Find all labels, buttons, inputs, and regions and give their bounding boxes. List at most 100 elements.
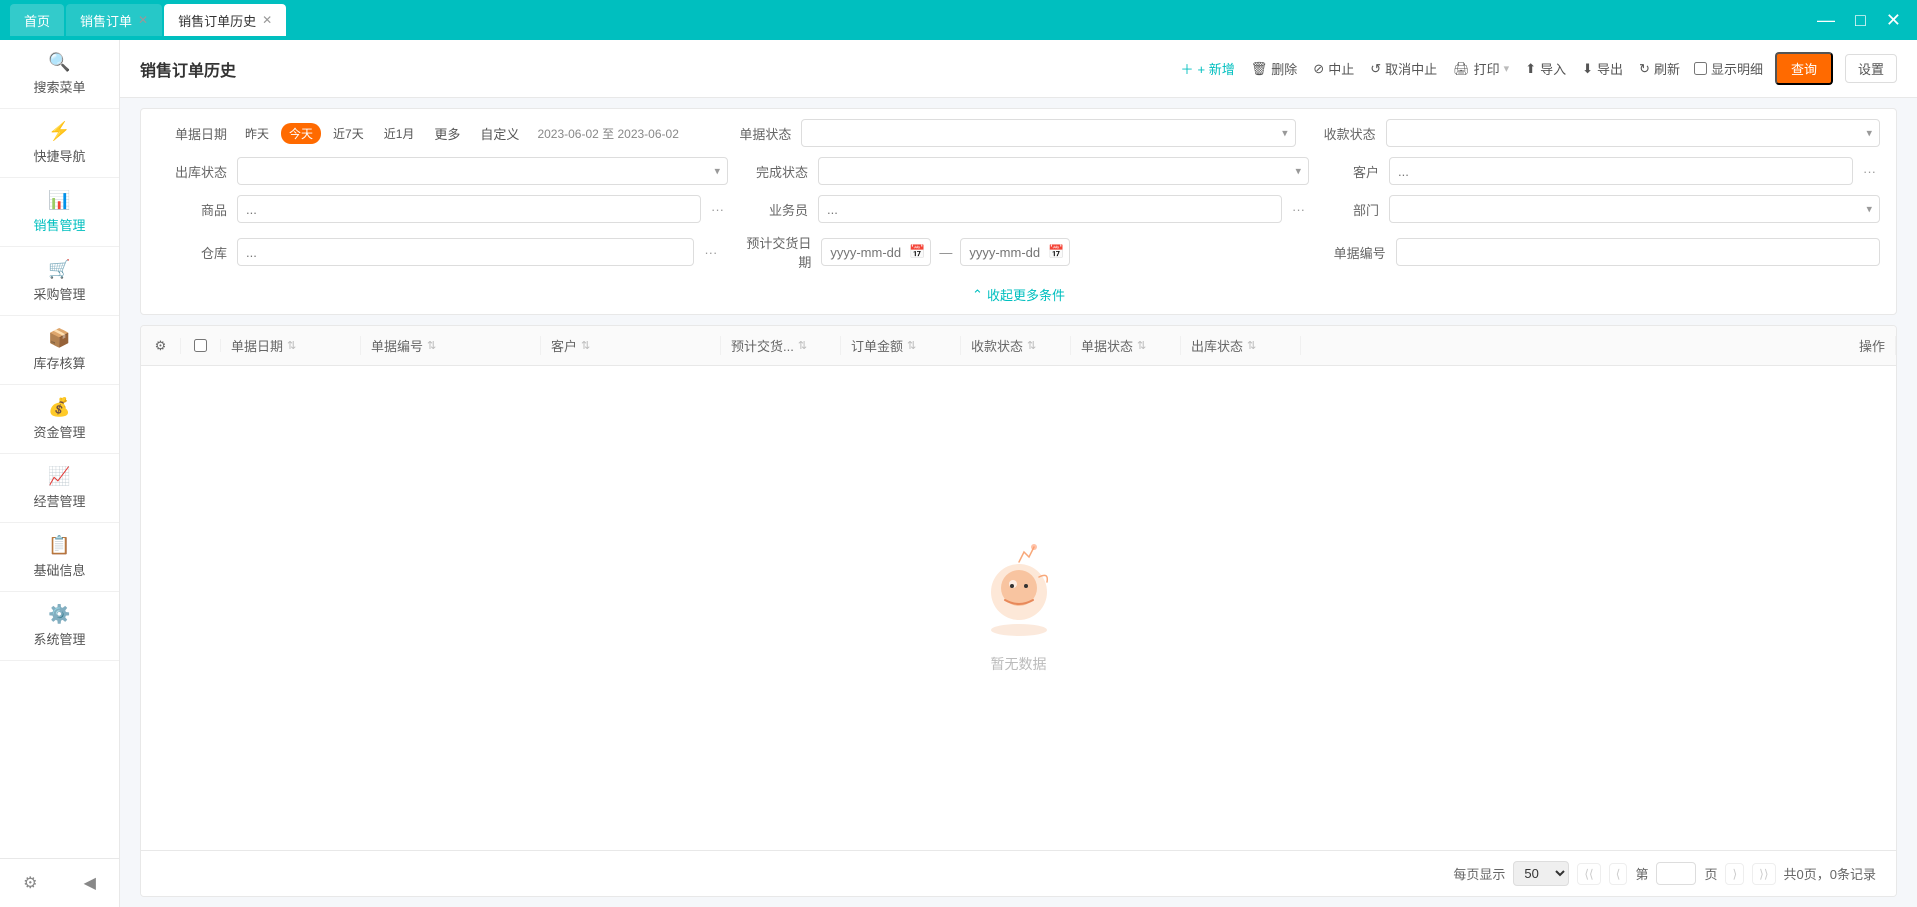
goods-dots-icon[interactable]: ··· xyxy=(707,202,728,217)
sidebar-item-finance[interactable]: 💰 资金管理 xyxy=(0,385,119,454)
th-check[interactable] xyxy=(181,339,221,352)
page-label: 第 xyxy=(1635,864,1648,883)
collapse-up-icon: ⌃ xyxy=(972,287,983,303)
print-button[interactable]: 🖨 打印 ▾ xyxy=(1451,55,1511,82)
date-tag-today[interactable]: 今天 xyxy=(281,123,321,144)
payment-status-select[interactable] xyxy=(1386,119,1880,147)
delete-button[interactable]: 🗑 删除 xyxy=(1249,55,1300,82)
collapse-row[interactable]: ⌃ 收起更多条件 xyxy=(157,281,1880,304)
page-size-label: 每页显示 xyxy=(1453,864,1505,883)
sidebar-item-search-menu[interactable]: 🔍 搜索菜单 xyxy=(0,40,119,109)
th-num-label: 单据编号 xyxy=(371,336,423,355)
date-tag-more[interactable]: 更多 xyxy=(426,122,468,145)
filter-row-4: 仓库 ··· 预计交货日期 📅 — 📅 单 xyxy=(157,233,1880,271)
page-unit: 页 xyxy=(1704,864,1717,883)
cancel-stop-button[interactable]: ↺ 取消中止 xyxy=(1368,55,1439,82)
tab-sales-order-history-close[interactable]: ✕ xyxy=(262,13,272,27)
select-all-checkbox[interactable] xyxy=(194,339,207,352)
sidebar-item-inventory-label: 库存核算 xyxy=(33,353,85,372)
window-maximize-icon[interactable]: □ xyxy=(1849,10,1872,31)
window-minimize-icon[interactable]: — xyxy=(1811,10,1841,31)
warehouse-input[interactable] xyxy=(237,238,694,266)
window-close-icon[interactable]: ✕ xyxy=(1880,10,1907,31)
th-expect[interactable]: 预计交货... ⇅ xyxy=(721,336,841,355)
tab-sales-order[interactable]: 销售订单 ✕ xyxy=(66,4,162,36)
salesperson-input[interactable] xyxy=(818,195,1282,223)
content-area: 销售订单历史 ＋ + 新增 🗑 删除 ⊘ 中止 ↺ 取消中止 xyxy=(120,40,1917,907)
date-tag-1month[interactable]: 近1月 xyxy=(376,123,423,144)
bill-status-select[interactable] xyxy=(801,119,1295,147)
stock-out-select[interactable] xyxy=(237,157,728,185)
date-tag-custom[interactable]: 自定义 xyxy=(472,122,527,145)
th-num[interactable]: 单据编号 ⇅ xyxy=(361,336,541,355)
complete-select-wrap: ▾ xyxy=(818,157,1309,185)
new-button[interactable]: ＋ + 新增 xyxy=(1179,55,1237,82)
display-detail-checkbox[interactable]: 显示明细 xyxy=(1694,59,1763,78)
th-stock-status[interactable]: 出库状态 ⇅ xyxy=(1181,336,1301,355)
first-page-button[interactable]: ⟨⟨ xyxy=(1577,863,1600,885)
toolbar: ＋ + 新增 🗑 删除 ⊘ 中止 ↺ 取消中止 🖨 打印 xyxy=(1179,52,1897,85)
th-amount[interactable]: 订单金额 ⇅ xyxy=(841,336,961,355)
tab-sales-order-history[interactable]: 销售订单历史 ✕ xyxy=(164,4,286,36)
customer-sort-icon: ⇅ xyxy=(581,339,590,352)
tab-home[interactable]: 首页 xyxy=(10,4,64,36)
sidebar-item-basic-info[interactable]: 📋 基础信息 xyxy=(0,523,119,592)
prev-page-button[interactable]: ⟨ xyxy=(1609,863,1628,885)
customer-input[interactable] xyxy=(1389,157,1853,185)
date-tag-yesterday[interactable]: 昨天 xyxy=(237,123,277,144)
search-menu-icon: 🔍 xyxy=(48,52,70,73)
th-action: 操作 xyxy=(1301,336,1896,355)
next-page-button[interactable]: ⟩ xyxy=(1725,863,1744,885)
cancel-stop-icon: ↺ xyxy=(1370,61,1381,77)
tab-sales-order-close[interactable]: ✕ xyxy=(138,13,148,27)
date-range-display: 2023-06-02 至 2023-06-02 xyxy=(537,125,678,142)
sidebar-item-finance-label: 资金管理 xyxy=(33,422,85,441)
sidebar-item-inventory[interactable]: 📦 库存核算 xyxy=(0,316,119,385)
import-button[interactable]: ⬆ 导入 xyxy=(1523,55,1568,82)
th-stock-status-label: 出库状态 xyxy=(1191,336,1243,355)
date-tag-7days[interactable]: 近7天 xyxy=(325,123,372,144)
goods-control: ··· xyxy=(237,195,728,223)
th-bill-status-label: 单据状态 xyxy=(1081,336,1133,355)
display-detail-input[interactable] xyxy=(1694,62,1707,75)
sidebar-item-quick-nav[interactable]: ⚡ 快捷导航 xyxy=(0,109,119,178)
sidebar-item-purchase-mgmt[interactable]: 🛒 采购管理 xyxy=(0,247,119,316)
refresh-button[interactable]: ↻ 刷新 xyxy=(1637,55,1682,82)
sidebar-collapse-icon[interactable]: ◀ xyxy=(80,869,100,897)
sales-mgmt-icon: 📊 xyxy=(48,190,70,211)
goods-label: 商品 xyxy=(157,200,237,219)
basic-info-icon: 📋 xyxy=(48,535,70,556)
sidebar-item-sales-mgmt[interactable]: 📊 销售管理 xyxy=(0,178,119,247)
th-settings[interactable]: ⚙ xyxy=(141,338,181,354)
stop-button[interactable]: ⊘ 中止 xyxy=(1311,55,1356,82)
warehouse-dots-icon[interactable]: ··· xyxy=(700,245,721,260)
th-pay-status[interactable]: 收款状态 ⇅ xyxy=(961,336,1071,355)
operation-icon: 📈 xyxy=(48,466,70,487)
main-layout: 🔍 搜索菜单 ⚡ 快捷导航 📊 销售管理 🛒 采购管理 📦 库存核算 💰 资金管… xyxy=(0,40,1917,907)
complete-select[interactable] xyxy=(818,157,1309,185)
page-size-select[interactable]: 10 20 50 100 xyxy=(1513,861,1569,886)
goods-input[interactable] xyxy=(237,195,701,223)
sidebar-item-operation[interactable]: 📈 经营管理 xyxy=(0,454,119,523)
customer-control: ··· xyxy=(1389,157,1880,185)
th-amount-label: 订单金额 xyxy=(851,336,903,355)
th-customer[interactable]: 客户 ⇅ xyxy=(541,336,721,355)
department-select[interactable] xyxy=(1389,195,1880,223)
th-bill-status[interactable]: 单据状态 ⇅ xyxy=(1071,336,1181,355)
customer-dots-icon[interactable]: ··· xyxy=(1859,164,1880,179)
query-button[interactable]: 查询 xyxy=(1775,52,1833,85)
bill-status-label: 单据状态 xyxy=(731,124,801,143)
th-date[interactable]: 单据日期 ⇅ xyxy=(221,336,361,355)
sidebar-settings-icon[interactable]: ⚙ xyxy=(19,869,41,897)
bill-number-input[interactable] xyxy=(1396,238,1880,266)
salesperson-label: 业务员 xyxy=(748,200,818,219)
settings-button[interactable]: 设置 xyxy=(1845,54,1897,83)
last-page-button[interactable]: ⟩⟩ xyxy=(1752,863,1775,885)
purchase-mgmt-icon: 🛒 xyxy=(48,259,70,280)
payment-status-select-wrap: ▾ xyxy=(1386,119,1880,147)
top-bar: 首页 销售订单 ✕ 销售订单历史 ✕ — □ ✕ xyxy=(0,0,1917,40)
export-button[interactable]: ⬇ 导出 xyxy=(1580,55,1625,82)
sidebar-item-sys-mgmt[interactable]: ⚙️ 系统管理 xyxy=(0,592,119,661)
current-page-input[interactable]: 1 xyxy=(1656,862,1696,885)
salesperson-dots-icon[interactable]: ··· xyxy=(1288,202,1309,217)
